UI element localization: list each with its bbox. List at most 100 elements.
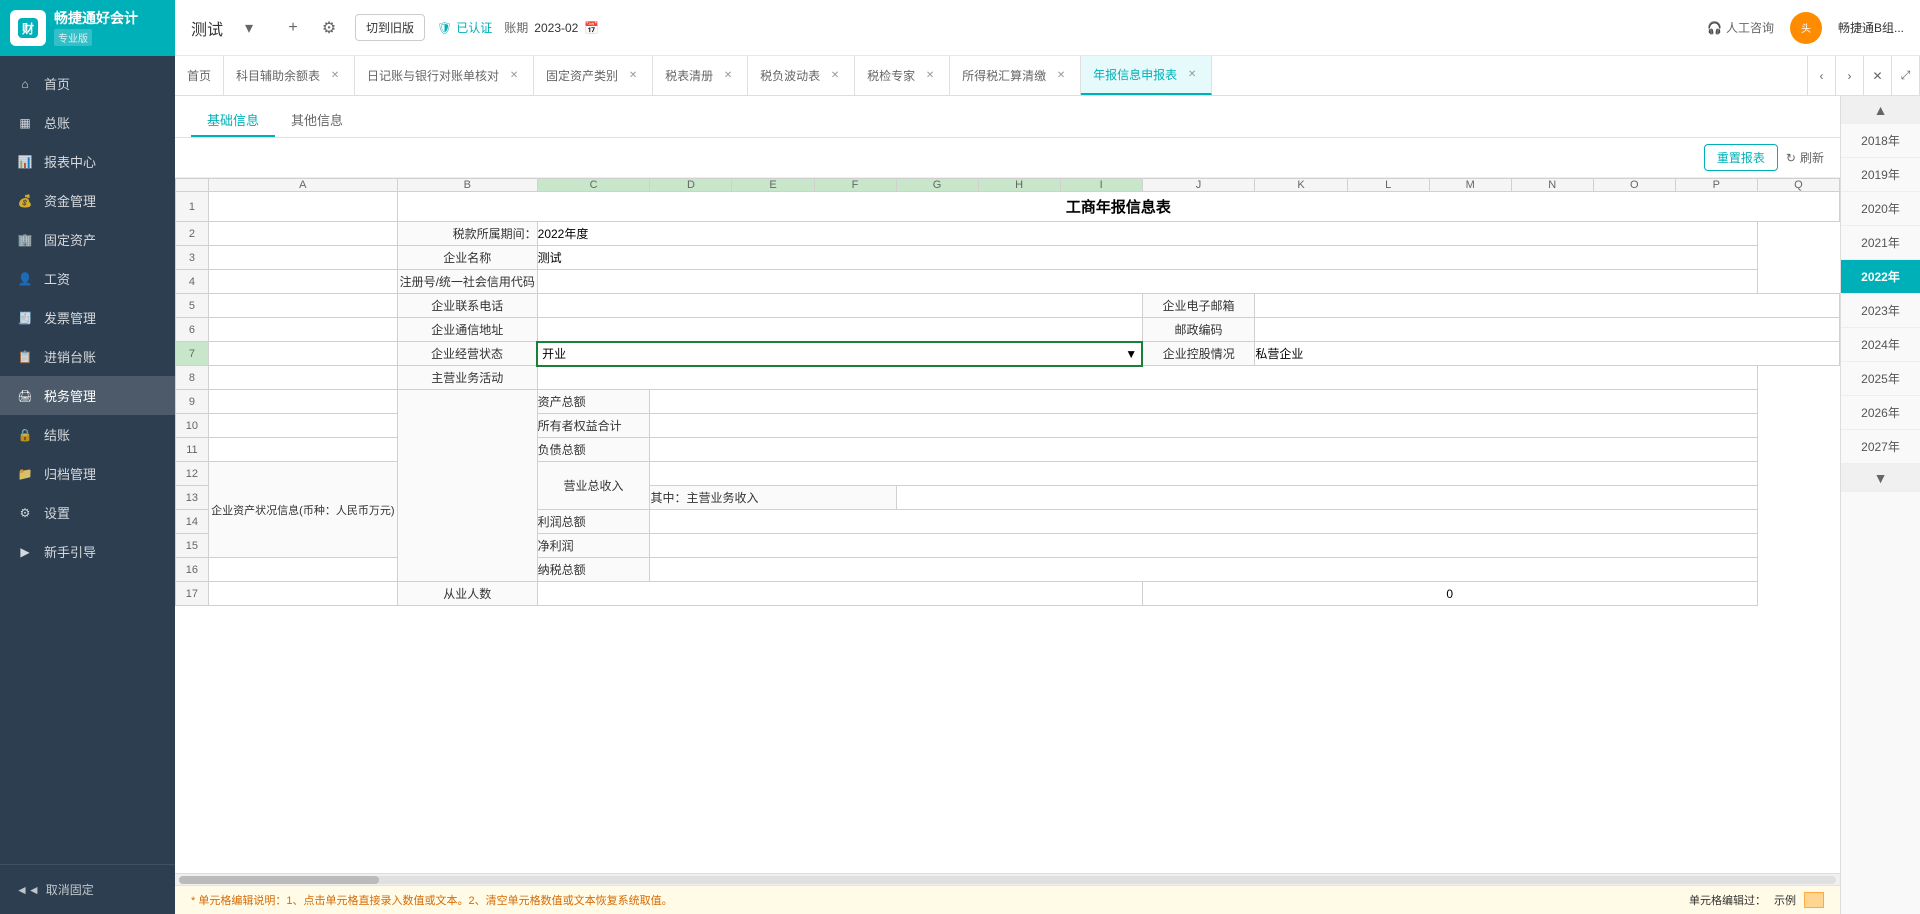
cell-tax-period[interactable]: 2022年度 (537, 222, 1757, 246)
tab-tax-form[interactable]: 税表清册 ✕ (653, 56, 748, 95)
col-header-d[interactable]: D (650, 179, 732, 192)
year-nav-down-btn[interactable]: ▼ (1841, 464, 1920, 492)
cell-employees-total[interactable]: 0 (1142, 582, 1757, 606)
cell-profit-value[interactable] (650, 510, 1757, 534)
switch-version-btn[interactable]: 切到旧版 (355, 14, 425, 41)
horizontal-scrollbar[interactable] (175, 873, 1840, 885)
tab-close-icon[interactable]: ✕ (1185, 68, 1199, 82)
cell-employees-value[interactable] (537, 582, 1142, 606)
tab-close-icon[interactable]: ✕ (923, 69, 937, 83)
dropdown-btn[interactable]: ▾ (235, 14, 263, 42)
col-header-g[interactable]: G (896, 179, 978, 192)
tab-aux[interactable]: 科目辅助余额表 ✕ (224, 56, 355, 95)
tab-fixed-asset[interactable]: 固定资产类别 ✕ (534, 56, 653, 95)
col-header-p[interactable]: P (1675, 179, 1757, 192)
sub-tab-basic[interactable]: 基础信息 (191, 104, 275, 137)
refresh-btn[interactable]: ↻ 刷新 (1786, 149, 1824, 166)
cell-main-biz-value[interactable] (537, 366, 1757, 390)
tab-home[interactable]: 首页 (175, 56, 224, 95)
cell-email-value[interactable] (1255, 294, 1840, 318)
cell-liab-value[interactable] (650, 438, 1757, 462)
spreadsheet-wrapper[interactable]: A B C D E F G H I J K L (175, 178, 1840, 873)
gear-btn[interactable]: ⚙ (315, 14, 343, 42)
tab-next-btn[interactable]: › (1836, 56, 1864, 96)
tab-close-icon[interactable]: ✕ (507, 69, 521, 83)
cell-address-value[interactable] (537, 318, 1142, 342)
sidebar-item-inventory[interactable]: 📋 进销台账 (0, 337, 175, 376)
year-item-2020[interactable]: 2020年 (1841, 192, 1920, 226)
sidebar-item-guide[interactable]: ▶ 新手引导 (0, 532, 175, 571)
col-header-f[interactable]: F (814, 179, 896, 192)
year-item-2025[interactable]: 2025年 (1841, 362, 1920, 396)
cell-assets-value[interactable] (650, 390, 1757, 414)
cell-net-profit-value[interactable] (650, 534, 1757, 558)
sidebar-item-close[interactable]: 🔒 结账 (0, 415, 175, 454)
year-item-2018[interactable]: 2018年 (1841, 124, 1920, 158)
dropdown-arrow-icon[interactable]: ▼ (1125, 347, 1137, 361)
sidebar-item-ledger[interactable]: ▦ 总账 (0, 103, 175, 142)
year-item-2027[interactable]: 2027年 (1841, 430, 1920, 464)
cell-company-name[interactable]: 测试 (537, 246, 1757, 270)
col-header-q[interactable]: Q (1757, 179, 1839, 192)
tab-close-icon[interactable]: ✕ (828, 69, 842, 83)
tab-close-icon[interactable]: ✕ (721, 69, 735, 83)
user-name[interactable]: 畅捷通B组... (1838, 19, 1904, 36)
sidebar-item-settings[interactable]: ⚙ 设置 (0, 493, 175, 532)
year-item-2023[interactable]: 2023年 (1841, 294, 1920, 328)
cell-main-revenue-value[interactable] (896, 486, 1757, 510)
tab-prev-btn[interactable]: ‹ (1808, 56, 1836, 96)
col-header-b[interactable]: B (397, 179, 537, 192)
tab-close-icon[interactable]: ✕ (626, 69, 640, 83)
col-header-l[interactable]: L (1347, 179, 1429, 192)
sidebar-item-fund[interactable]: 💰 资金管理 (0, 181, 175, 220)
col-header-k[interactable]: K (1255, 179, 1347, 192)
col-header-a[interactable]: A (208, 179, 397, 192)
consult-btn[interactable]: 🎧 人工咨询 (1707, 19, 1774, 36)
tab-journal[interactable]: 日记账与银行对账单核对 ✕ (355, 56, 534, 95)
cell-postal-value[interactable] (1255, 318, 1840, 342)
cell-biz-status-value[interactable]: 开业 ▼ (537, 342, 1142, 366)
cell-reg-value[interactable] (537, 270, 1757, 294)
sidebar-item-home[interactable]: ⌂ 首页 (0, 64, 175, 103)
dropdown-field[interactable]: 开业 ▼ (538, 343, 1141, 365)
year-item-2024[interactable]: 2024年 (1841, 328, 1920, 362)
col-header-i[interactable]: I (1060, 179, 1142, 192)
cell-phone-value[interactable] (537, 294, 1142, 318)
sidebar-item-tax[interactable]: 🖨 税务管理 (0, 376, 175, 415)
year-item-2022[interactable]: 2022年 (1841, 260, 1920, 294)
sidebar-item-invoice[interactable]: 🧾 发票管理 (0, 298, 175, 337)
year-item-2026[interactable]: 2026年 (1841, 396, 1920, 430)
tab-income-tax[interactable]: 所得税汇算清缴 ✕ (950, 56, 1081, 95)
add-btn[interactable]: + (279, 14, 307, 42)
year-item-2021[interactable]: 2021年 (1841, 226, 1920, 260)
col-header-o[interactable]: O (1593, 179, 1675, 192)
calendar-icon[interactable]: 📅 (584, 21, 599, 35)
sidebar-item-report[interactable]: 📊 报表中心 (0, 142, 175, 181)
year-item-2019[interactable]: 2019年 (1841, 158, 1920, 192)
sidebar-collapse-btn[interactable]: ◄◄ 取消固定 (0, 873, 175, 906)
sidebar-item-payroll[interactable]: 👤 工资 (0, 259, 175, 298)
tab-close-icon[interactable]: ✕ (328, 69, 342, 83)
sidebar-item-archive[interactable]: 📁 归档管理 (0, 454, 175, 493)
tab-expand-btn[interactable]: ⤢ (1892, 56, 1920, 96)
col-header-e[interactable]: E (732, 179, 814, 192)
year-nav-up-btn[interactable]: ▲ (1841, 96, 1920, 124)
col-header-n[interactable]: N (1511, 179, 1593, 192)
tab-close-all-btn[interactable]: ✕ (1864, 56, 1892, 96)
col-header-h[interactable]: H (978, 179, 1060, 192)
cell-tax-total-value[interactable] (650, 558, 1757, 582)
tab-tax-risk[interactable]: 税负波动表 ✕ (748, 56, 855, 95)
cell-equity-value[interactable] (650, 414, 1757, 438)
sub-tab-other[interactable]: 其他信息 (275, 104, 359, 137)
col-header-c[interactable]: C (537, 179, 650, 192)
col-header-j[interactable]: J (1142, 179, 1255, 192)
tab-close-icon[interactable]: ✕ (1054, 69, 1068, 83)
sidebar-item-asset[interactable]: 🏢 固定资产 (0, 220, 175, 259)
reset-report-btn[interactable]: 重置报表 (1704, 144, 1778, 171)
tab-tax-expert[interactable]: 税检专家 ✕ (855, 56, 950, 95)
cell-ownership-value[interactable]: 私营企业 (1255, 342, 1840, 366)
cell-title[interactable]: 工商年报信息表 (397, 192, 1839, 222)
current-module-title[interactable]: 测试 (191, 16, 223, 40)
tab-annual-report[interactable]: 年报信息申报表 ✕ (1081, 56, 1212, 95)
col-header-m[interactable]: M (1429, 179, 1511, 192)
